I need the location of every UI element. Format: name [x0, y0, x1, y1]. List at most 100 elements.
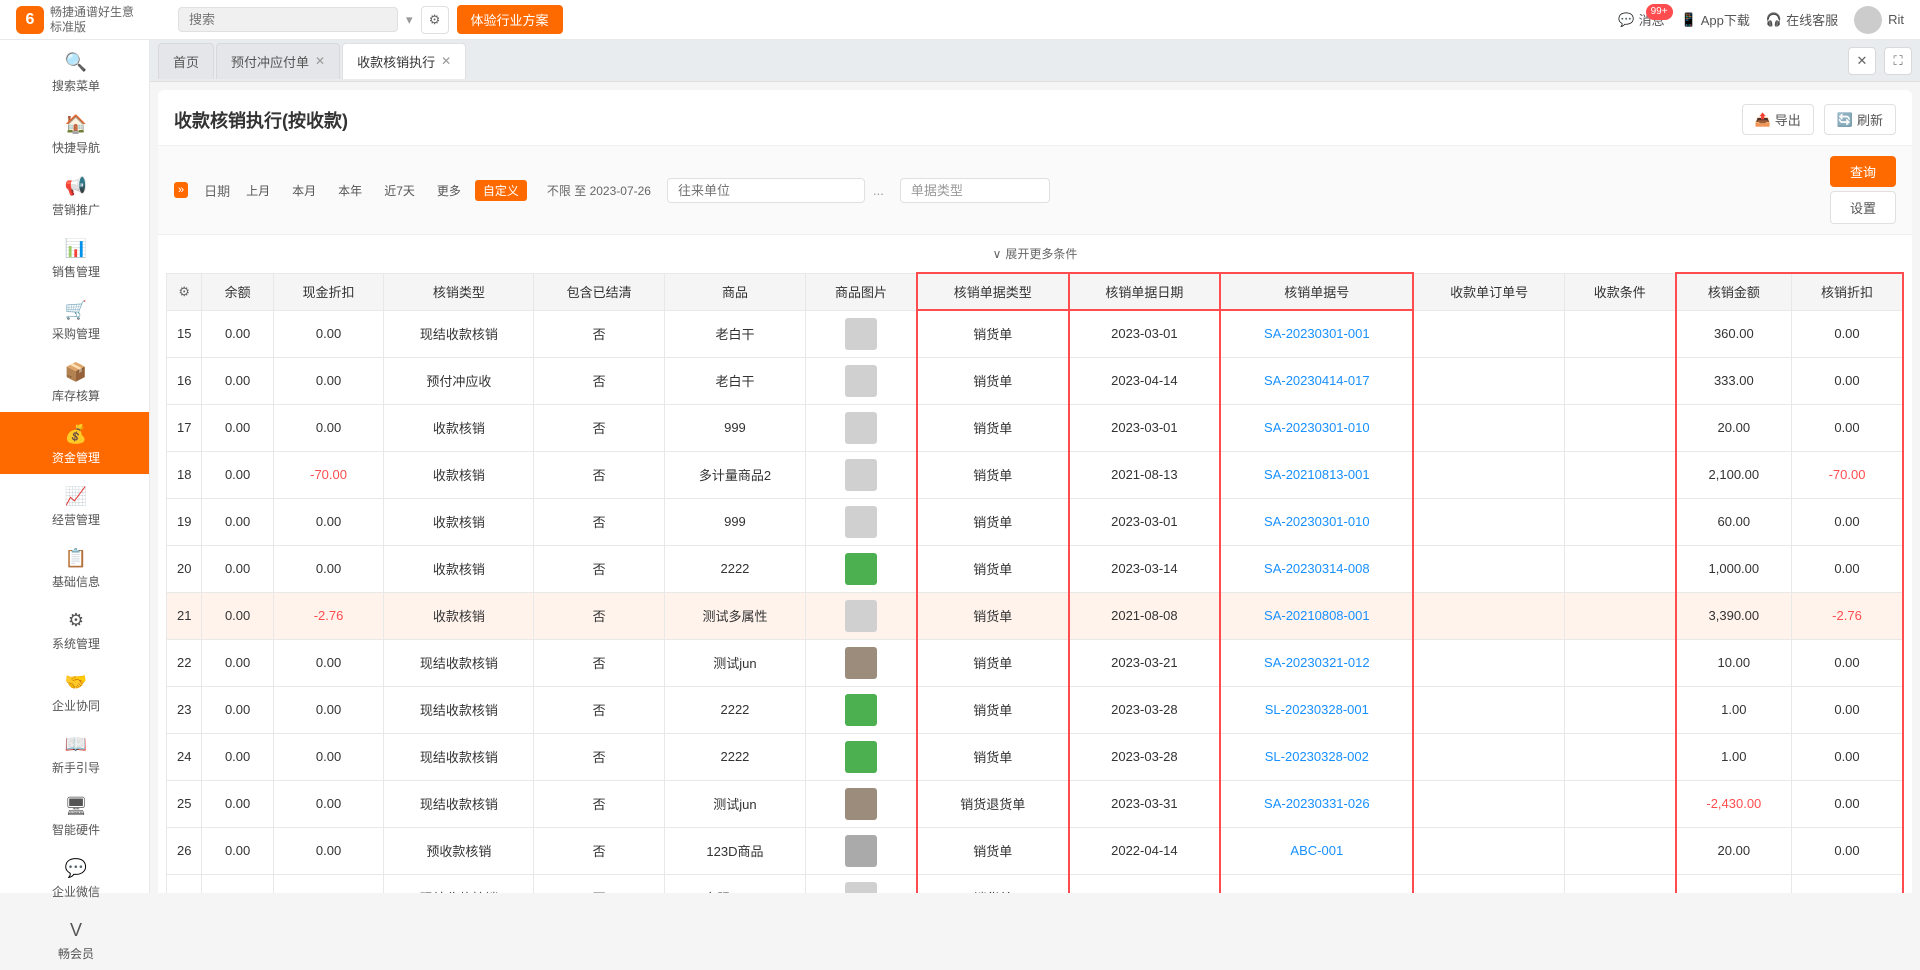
- sidebar-item-marketing[interactable]: 📢 营销推广: [0, 164, 149, 226]
- tab-home[interactable]: 首页: [158, 43, 214, 79]
- product-image: [845, 459, 877, 491]
- col-settings[interactable]: ⚙: [167, 273, 202, 310]
- date-btn-more[interactable]: 更多: [429, 180, 469, 201]
- tab-receipt-write-off[interactable]: 收款核销执行 ✕: [342, 43, 466, 79]
- row-doc-no[interactable]: ABC-001: [1220, 827, 1413, 874]
- row-cash-discount: 0.00: [273, 310, 384, 357]
- message-notification[interactable]: 💬 消息 99+: [1618, 10, 1664, 29]
- row-type: 收款核销: [384, 592, 534, 639]
- row-doc-no[interactable]: SL-20230408-001: [1220, 874, 1413, 893]
- row-doc-no[interactable]: SL-20230328-001: [1220, 686, 1413, 733]
- row-doc-type: 销货单: [917, 686, 1069, 733]
- sidebar-item-purchase[interactable]: 🛒 采购管理: [0, 288, 149, 350]
- sidebar-item-collab[interactable]: 🤝 企业协同: [0, 660, 149, 722]
- doc-no-link[interactable]: SA-20230301-010: [1264, 420, 1370, 435]
- doc-no-link[interactable]: SL-20230328-002: [1265, 749, 1369, 764]
- row-img: [806, 827, 917, 874]
- sidebar-item-finance[interactable]: 💰 资金管理: [0, 412, 149, 474]
- trial-industry-button[interactable]: 体验行业方案: [457, 5, 563, 34]
- row-doc-no[interactable]: SA-20230331-026: [1220, 780, 1413, 827]
- sidebar-item-guide[interactable]: 📖 新手引导: [0, 722, 149, 784]
- doc-no-link[interactable]: ABC-001: [1290, 843, 1343, 858]
- row-cash-discount: 0.00: [273, 639, 384, 686]
- row-img: [806, 639, 917, 686]
- search-icon: 🔍: [65, 52, 87, 73]
- tab-receipt-close[interactable]: ✕: [441, 54, 451, 68]
- doc-no-link[interactable]: SA-20230414-017: [1264, 373, 1370, 388]
- date-btn-this-month[interactable]: 本月: [284, 180, 324, 201]
- table-row: 270.000.00现结收款核销否衣服00001销货单2023-04-08SL-…: [167, 874, 1904, 893]
- row-type: 现结收款核销: [384, 733, 534, 780]
- date-btn-last-month[interactable]: 上月: [238, 180, 278, 201]
- row-doc-no[interactable]: SA-20230321-012: [1220, 639, 1413, 686]
- sidebar-item-nav[interactable]: 🏠 快捷导航: [0, 102, 149, 164]
- row-doc-no[interactable]: SA-20210813-001: [1220, 451, 1413, 498]
- expand-more-button[interactable]: ∨ 展开更多条件: [993, 245, 1078, 262]
- refresh-button[interactable]: 🔄 刷新: [1824, 104, 1896, 135]
- table-settings-button[interactable]: 设置: [1830, 191, 1896, 224]
- doc-no-link[interactable]: SA-20210813-001: [1264, 467, 1370, 482]
- row-doc-type: 销货单: [917, 545, 1069, 592]
- from-unit-input[interactable]: [667, 178, 865, 203]
- row-doc-no[interactable]: SA-20230301-010: [1220, 498, 1413, 545]
- sidebar-item-system[interactable]: ⚙ 系统管理: [0, 598, 149, 660]
- doc-no-link[interactable]: SA-20210808-001: [1264, 608, 1370, 623]
- row-product: 衣服00001: [664, 874, 805, 893]
- row-product: 2222: [664, 545, 805, 592]
- row-included: 否: [534, 874, 664, 893]
- row-doc-no[interactable]: SA-20230301-001: [1220, 310, 1413, 357]
- receipt-type-select[interactable]: 单据类型: [900, 178, 1050, 203]
- table-row: 240.000.00现结收款核销否2222销货单2023-03-28SL-202…: [167, 733, 1904, 780]
- doc-no-link[interactable]: SA-20230301-010: [1264, 514, 1370, 529]
- doc-no-link[interactable]: SA-20230301-001: [1264, 326, 1370, 341]
- app-download-link[interactable]: 📱 App下载: [1681, 10, 1750, 29]
- sidebar-item-hardware[interactable]: 🖥 智能硬件: [0, 784, 149, 846]
- date-btn-custom[interactable]: 自定义: [475, 180, 527, 201]
- top-search-input[interactable]: [178, 7, 398, 32]
- date-btn-7days[interactable]: 近7天: [376, 180, 423, 201]
- sidebar-item-basic[interactable]: 📋 基础信息: [0, 536, 149, 598]
- sidebar-item-wechat[interactable]: 💬 企业微信: [0, 846, 149, 908]
- row-amount: 60.00: [1676, 498, 1792, 545]
- row-balance: 0.00: [202, 780, 273, 827]
- col-amount: 核销金额: [1676, 273, 1792, 310]
- doc-no-link[interactable]: SA-20230314-008: [1264, 561, 1370, 576]
- sidebar-item-search[interactable]: 🔍 搜索菜单: [0, 40, 149, 102]
- doc-no-link[interactable]: SA-20230321-012: [1264, 655, 1370, 670]
- row-amount: 2,100.00: [1676, 451, 1792, 498]
- sidebar-item-inventory[interactable]: 📦 库存核算: [0, 350, 149, 412]
- online-service-link[interactable]: 🎧 在线客服: [1766, 10, 1838, 29]
- row-doc-no[interactable]: SA-20210808-001: [1220, 592, 1413, 639]
- row-order-no: [1413, 827, 1564, 874]
- row-doc-no[interactable]: SA-20230414-017: [1220, 357, 1413, 404]
- query-button[interactable]: 查询: [1830, 156, 1896, 187]
- close-tab-button[interactable]: ✕: [1848, 47, 1876, 75]
- search-dropdown-arrow[interactable]: ▾: [406, 12, 413, 28]
- sidebar-item-operation[interactable]: 📈 经营管理: [0, 474, 149, 536]
- row-amount: 360.00: [1676, 310, 1792, 357]
- doc-no-link[interactable]: SL-20230328-001: [1265, 702, 1369, 717]
- row-balance: 0.00: [202, 686, 273, 733]
- row-condition: [1564, 780, 1675, 827]
- maximize-tab-button[interactable]: ⛶: [1884, 47, 1912, 75]
- sales-icon: 📊: [65, 238, 87, 259]
- row-id: 27: [167, 874, 202, 893]
- sidebar-label-hardware: 智能硬件: [52, 821, 100, 838]
- settings-gear-button[interactable]: ⚙: [421, 6, 449, 34]
- tab-prepay[interactable]: 预付冲应付单 ✕: [216, 43, 340, 79]
- row-doc-no[interactable]: SA-20230301-010: [1220, 404, 1413, 451]
- sidebar-item-sales[interactable]: 📊 销售管理: [0, 226, 149, 288]
- collab-icon: 🤝: [65, 672, 87, 693]
- row-doc-no[interactable]: SL-20230328-002: [1220, 733, 1413, 780]
- row-included: 否: [534, 827, 664, 874]
- sidebar-item-member[interactable]: V 畅会员: [0, 908, 149, 970]
- row-discount: 0.00: [1792, 733, 1904, 780]
- row-condition: [1564, 827, 1675, 874]
- doc-no-link[interactable]: SA-20230331-026: [1264, 796, 1370, 811]
- expand-more-bar: ∨ 展开更多条件: [158, 235, 1912, 272]
- row-doc-no[interactable]: SA-20230314-008: [1220, 545, 1413, 592]
- date-btn-this-year[interactable]: 本年: [330, 180, 370, 201]
- export-button[interactable]: 📤 导出: [1742, 104, 1814, 135]
- expand-toggle[interactable]: »: [174, 182, 188, 198]
- tab-prepay-close[interactable]: ✕: [315, 54, 325, 68]
